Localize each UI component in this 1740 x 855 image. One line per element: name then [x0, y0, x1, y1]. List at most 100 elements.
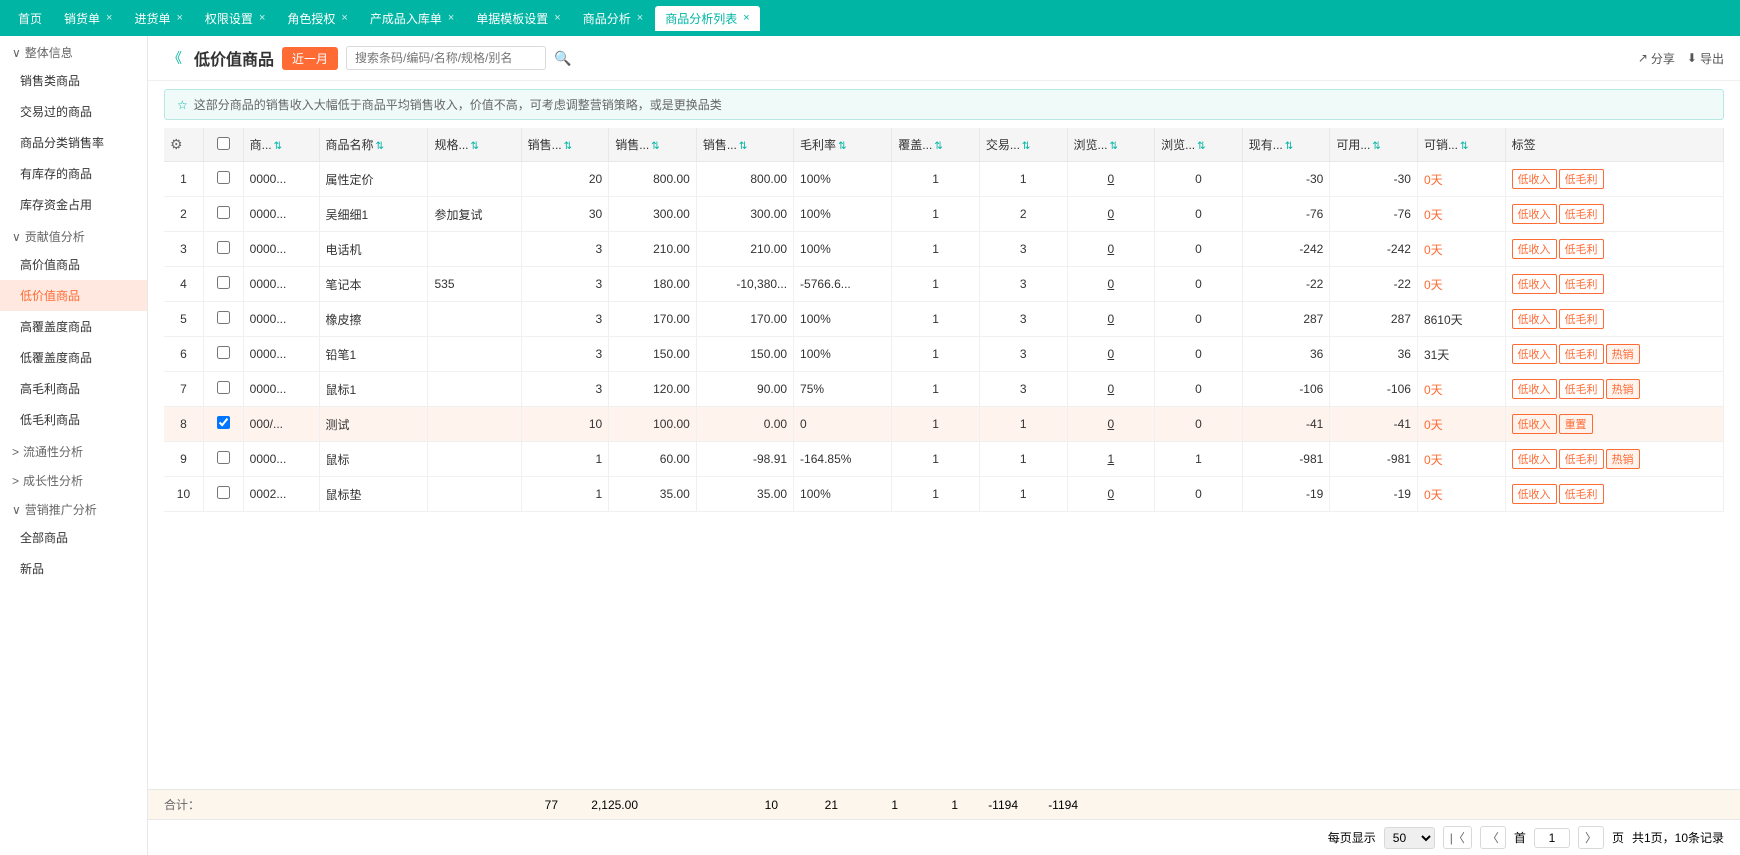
row-checkbox-0[interactable] [217, 171, 230, 184]
tag-item: 低毛利 [1559, 274, 1604, 294]
row-checkbox-1[interactable] [217, 206, 230, 219]
prev-page-btn[interactable]: 〈 [1480, 826, 1506, 849]
row-checkbox-4[interactable] [217, 311, 230, 324]
row-checkbox-8[interactable] [217, 451, 230, 464]
nav-item-purchase[interactable]: 进货单 × [124, 6, 192, 31]
close-icon-template[interactable]: × [554, 12, 560, 24]
next-page-btn[interactable]: 〉 [1578, 826, 1604, 849]
close-icon-analysis-list[interactable]: × [743, 12, 749, 24]
td-sales3: 150.00 [696, 337, 793, 372]
td-sales2: 150.00 [609, 337, 697, 372]
sidebar-item-high-coverage[interactable]: 高覆盖度商品 [0, 311, 147, 342]
nav-item-stock[interactable]: 产成品入库单 × [360, 6, 464, 31]
td-sales3: 300.00 [696, 197, 793, 232]
sidebar-item-all-goods[interactable]: 全部商品 [0, 522, 147, 553]
summary-browse1: 1 [844, 798, 904, 812]
sidebar-group-growth[interactable]: > 成长性分析 [0, 464, 147, 493]
nav-item-home[interactable]: 首页 [8, 6, 52, 31]
row-checkbox-9[interactable] [217, 486, 230, 499]
td-available: -30 [1330, 162, 1418, 197]
summary-sales1: 77 [504, 798, 564, 812]
close-icon-purchase[interactable]: × [176, 12, 182, 24]
td-name: 鼠标垫 [319, 477, 428, 512]
browse-link[interactable]: 0 [1107, 172, 1114, 186]
page-size-select[interactable]: 50 20 100 [1384, 827, 1435, 849]
td-tags: 低收入低毛利 [1505, 197, 1723, 232]
sidebar-group-contribution[interactable]: ∨ 贡献值分析 [0, 220, 147, 249]
td-gross-margin: -164.85% [794, 442, 892, 477]
close-icon-analysis[interactable]: × [637, 12, 643, 24]
browse-link[interactable]: 0 [1107, 242, 1114, 256]
collapse-sidebar-btn[interactable]: 《 [164, 48, 186, 68]
nav-item-analysis[interactable]: 商品分析 × [573, 6, 653, 31]
td-browse2: 0 [1155, 232, 1243, 267]
export-btn[interactable]: ⬇ 导出 [1687, 50, 1724, 67]
filter-btn[interactable]: 近一月 [282, 47, 338, 70]
share-btn[interactable]: ↗ 分享 [1638, 50, 1675, 67]
row-checkbox-2[interactable] [217, 241, 230, 254]
nav-item-permission[interactable]: 权限设置 × [195, 6, 275, 31]
sidebar-item-traded-goods[interactable]: 交易过的商品 [0, 96, 147, 127]
tag-item: 低毛利 [1559, 484, 1604, 504]
browse-link[interactable]: 0 [1107, 277, 1114, 291]
td-gross-margin: 100% [794, 477, 892, 512]
row-checkbox-7[interactable] [217, 416, 230, 429]
search-icon-btn[interactable]: 🔍 [554, 50, 571, 67]
td-browse1: 0 [1067, 372, 1155, 407]
sidebar-item-new-goods[interactable]: 新品 [0, 553, 147, 584]
browse-link[interactable]: 0 [1107, 207, 1114, 221]
select-all-checkbox[interactable] [217, 137, 230, 150]
settings-icon[interactable]: ⚙ [170, 136, 183, 152]
th-coverage: 覆盖...⇅ [892, 128, 980, 162]
sidebar-item-low-value[interactable]: 低价值商品 [0, 280, 147, 311]
browse-link[interactable]: 0 [1107, 382, 1114, 396]
row-checkbox-6[interactable] [217, 381, 230, 394]
close-icon-permission[interactable]: × [259, 12, 265, 24]
sidebar-group-overall[interactable]: ∨ 整体信息 [0, 36, 147, 65]
close-icon-sales[interactable]: × [106, 12, 112, 24]
td-sellable: 0天 [1417, 232, 1505, 267]
nav-item-role[interactable]: 角色授权 × [277, 6, 357, 31]
td-gross-margin: -5766.6... [794, 267, 892, 302]
close-icon-stock[interactable]: × [448, 12, 454, 24]
main-layout: ∨ 整体信息 销售类商品 交易过的商品 商品分类销售率 有库存的商品 库存资金占… [0, 36, 1740, 855]
row-checkbox-5[interactable] [217, 346, 230, 359]
sidebar-item-category-rate[interactable]: 商品分类销售率 [0, 127, 147, 158]
td-sales2: 60.00 [609, 442, 697, 477]
td-checkbox [203, 337, 243, 372]
top-nav: 首页 销货单 × 进货单 × 权限设置 × 角色授权 × 产成品入库单 × 单据… [0, 0, 1740, 36]
page-number-input[interactable] [1534, 828, 1570, 848]
sidebar-item-high-value[interactable]: 高价值商品 [0, 249, 147, 280]
nav-item-analysis-list[interactable]: 商品分析列表 × [655, 6, 759, 31]
browse-link[interactable]: 0 [1107, 417, 1114, 431]
td-sales3: 35.00 [696, 477, 793, 512]
row-checkbox-3[interactable] [217, 276, 230, 289]
page-size-label: 每页显示 [1328, 829, 1376, 846]
td-name: 橡皮擦 [319, 302, 428, 337]
nav-label-template: 单据模板设置 [476, 10, 548, 27]
sidebar-item-low-margin[interactable]: 低毛利商品 [0, 404, 147, 435]
sidebar-item-stock-goods[interactable]: 有库存的商品 [0, 158, 147, 189]
tag-item: 低收入 [1512, 309, 1557, 329]
nav-item-sales[interactable]: 销货单 × [54, 6, 122, 31]
browse-link[interactable]: 0 [1107, 487, 1114, 501]
tag-item: 低收入 [1512, 344, 1557, 364]
close-icon-role[interactable]: × [341, 12, 347, 24]
browse-link[interactable]: 0 [1107, 347, 1114, 361]
first-page-btn[interactable]: |〈 [1443, 826, 1472, 849]
sidebar-group-circulation[interactable]: > 流通性分析 [0, 435, 147, 464]
browse-link[interactable]: 1 [1107, 452, 1114, 466]
share-icon: ↗ [1638, 51, 1648, 65]
chevron-down-icon: ∨ [12, 46, 21, 60]
nav-item-template[interactable]: 单据模板设置 × [466, 6, 570, 31]
td-code: 0000... [243, 442, 319, 477]
td-sales2: 210.00 [609, 232, 697, 267]
sidebar-group-marketing[interactable]: ∨ 营销推广分析 [0, 493, 147, 522]
browse-link[interactable]: 0 [1107, 312, 1114, 326]
sidebar-item-high-margin[interactable]: 高毛利商品 [0, 373, 147, 404]
th-settings[interactable]: ⚙ [164, 128, 203, 162]
search-input[interactable] [346, 46, 546, 70]
sidebar-item-stock-fund[interactable]: 库存资金占用 [0, 189, 147, 220]
sidebar-item-sales-goods[interactable]: 销售类商品 [0, 65, 147, 96]
sidebar-item-low-coverage[interactable]: 低覆盖度商品 [0, 342, 147, 373]
